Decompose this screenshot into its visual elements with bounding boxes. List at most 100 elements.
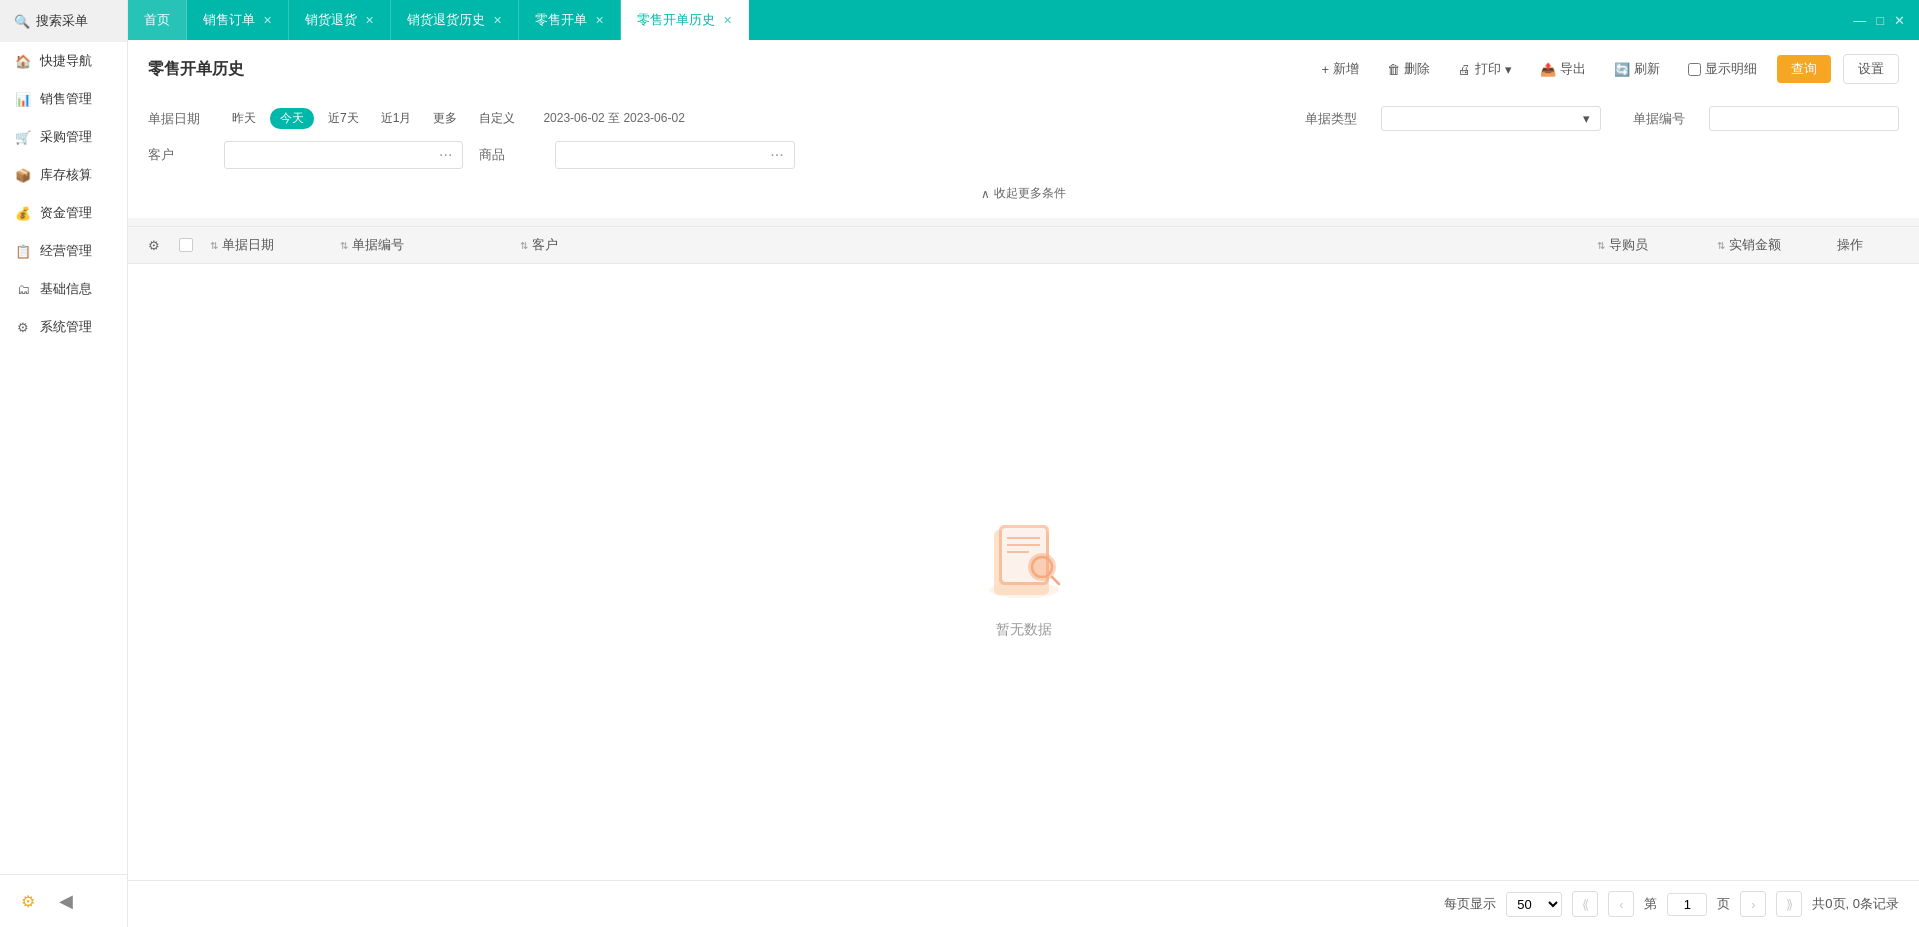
window-minimize[interactable]: — [1853, 13, 1866, 28]
goods-label: 商品 [479, 146, 539, 164]
date-opt-7days[interactable]: 近7天 [320, 108, 367, 129]
table-header: ⚙ ⇅ 单据日期 ⇅ 单据编号 ⇅ 客户 ⇅ 导购员 [128, 226, 1919, 264]
next-page-btn[interactable]: › [1740, 891, 1766, 917]
display-detail-checkbox[interactable] [1688, 63, 1701, 76]
goods-ellipsis[interactable]: ··· [770, 146, 783, 164]
delete-button[interactable]: 🗑 删除 [1379, 56, 1438, 82]
tab-sales-order[interactable]: 销售订单 ✕ [187, 0, 289, 40]
date-opt-custom[interactable]: 自定义 [471, 108, 523, 129]
money-icon: 💰 [14, 204, 32, 222]
chart-icon: 📊 [14, 90, 32, 108]
doc-type-label: 单据类型 [1305, 110, 1365, 128]
doc-type-dropdown-icon: ▾ [1583, 111, 1590, 126]
date-opt-more[interactable]: 更多 [425, 108, 465, 129]
delete-label: 删除 [1404, 60, 1430, 78]
window-close[interactable]: ✕ [1894, 13, 1905, 28]
th-guide-label: 导购员 [1609, 236, 1648, 254]
add-button[interactable]: + 新增 [1313, 56, 1367, 82]
sidebar-item-base-info[interactable]: 🗂 基础信息 [0, 270, 127, 308]
last-page-btn[interactable]: ⟫ [1776, 891, 1802, 917]
tab-retail-history-close[interactable]: ✕ [723, 14, 732, 27]
collapse-label: 收起更多条件 [994, 185, 1066, 202]
page-label: 第 [1644, 895, 1657, 913]
collapse-row[interactable]: ∧ 收起更多条件 [148, 179, 1899, 208]
customer-ellipsis[interactable]: ··· [439, 146, 452, 164]
collapse-chevron-icon: ∧ [981, 187, 990, 201]
sidebar: 🔍 搜索采单 🏠 快捷导航 📊 销售管理 🛒 采购管理 📦 库存核算 💰 资金管… [0, 0, 128, 927]
sort-icon: ⇅ [340, 240, 348, 251]
sidebar-item-sales-mgmt[interactable]: 📊 销售管理 [0, 80, 127, 118]
tab-home[interactable]: 首页 [128, 0, 187, 40]
tab-retail-open-close[interactable]: ✕ [595, 14, 604, 27]
print-button[interactable]: 🖨 打印 ▾ [1450, 56, 1520, 82]
date-options: 昨天 今天 近7天 近1月 更多 自定义 [224, 108, 523, 129]
doc-number-input[interactable] [1709, 106, 1899, 131]
main-area: 首页 销售订单 ✕ 销货退货 ✕ 销货退货历史 ✕ 零售开单 ✕ 零售开单历史 … [128, 0, 1919, 927]
tab-sales-return-close[interactable]: ✕ [365, 14, 374, 27]
prev-page-btn[interactable]: ‹ [1608, 891, 1634, 917]
tab-sales-order-close[interactable]: ✕ [263, 14, 272, 27]
table-select-all[interactable] [170, 238, 202, 252]
sidebar-item-inventory[interactable]: 📦 库存核算 [0, 156, 127, 194]
refresh-button[interactable]: 🔄 刷新 [1606, 56, 1668, 82]
collapse-sidebar-btn[interactable]: ◀ [52, 887, 80, 915]
page-size-label: 每页显示 [1444, 895, 1496, 913]
first-page-btn[interactable]: ⟪ [1572, 891, 1598, 917]
th-amount-label: 实销金额 [1729, 236, 1781, 254]
date-opt-yesterday[interactable]: 昨天 [224, 108, 264, 129]
sort-icon: ⇅ [520, 240, 528, 251]
th-number-label: 单据编号 [352, 236, 404, 254]
sort-icon: ⇅ [1597, 240, 1605, 251]
folder-icon: 🗂 [14, 280, 32, 298]
query-label: 查询 [1791, 60, 1817, 78]
settings-bottom-btn[interactable]: ⚙ [14, 887, 42, 915]
th-number[interactable]: ⇅ 单据编号 [332, 236, 512, 254]
select-all-checkbox[interactable] [179, 238, 193, 252]
customer-input[interactable] [235, 148, 435, 163]
display-detail-toggle[interactable]: 显示明细 [1680, 56, 1765, 82]
print-dropdown-icon: ▾ [1505, 62, 1512, 77]
page-number-input[interactable] [1667, 893, 1707, 916]
tab-retail-history-label: 零售开单历史 [637, 11, 715, 29]
page-size-select[interactable]: 50 10 20 100 [1506, 892, 1562, 917]
doc-type-select[interactable]: ▾ [1381, 106, 1601, 131]
sidebar-item-finance[interactable]: 💰 资金管理 [0, 194, 127, 232]
date-opt-today[interactable]: 今天 [270, 108, 314, 129]
tab-sales-return-history[interactable]: 销货退货历史 ✕ [391, 0, 519, 40]
tab-sales-return-history-close[interactable]: ✕ [493, 14, 502, 27]
sort-icon: ⇅ [210, 240, 218, 251]
tab-retail-history[interactable]: 零售开单历史 ✕ [621, 0, 749, 40]
date-opt-1month[interactable]: 近1月 [373, 108, 420, 129]
window-maximize[interactable]: □ [1876, 13, 1884, 28]
sidebar-search[interactable]: 🔍 搜索采单 [0, 0, 127, 42]
tab-sales-return[interactable]: 销货退货 ✕ [289, 0, 391, 40]
tab-sales-order-label: 销售订单 [203, 11, 255, 29]
th-amount[interactable]: ⇅ 实销金额 [1709, 236, 1829, 254]
date-range-display: 2023-06-02 至 2023-06-02 [543, 110, 684, 127]
display-detail-label: 显示明细 [1705, 60, 1757, 78]
sidebar-item-purchase-mgmt[interactable]: 🛒 采购管理 [0, 118, 127, 156]
content-area: 零售开单历史 + 新增 🗑 删除 🖨 打印 ▾ [128, 40, 1919, 927]
table-settings-btn[interactable]: ⚙ [138, 238, 170, 253]
query-button[interactable]: 查询 [1777, 55, 1831, 83]
filter-row-2: 客户 ··· 商品 ··· [148, 141, 1899, 169]
sidebar-item-quick-nav[interactable]: 🏠 快捷导航 [0, 42, 127, 80]
pagination: 每页显示 50 10 20 100 ⟪ ‹ 第 页 › ⟫ 共0页, 0条记录 [128, 880, 1919, 927]
tab-retail-open[interactable]: 零售开单 ✕ [519, 0, 621, 40]
th-date[interactable]: ⇅ 单据日期 [202, 236, 332, 254]
th-customer[interactable]: ⇅ 客户 [512, 236, 1589, 254]
goods-input[interactable] [566, 148, 766, 163]
sidebar-item-sys-mgmt[interactable]: ⚙ 系统管理 [0, 308, 127, 346]
sidebar-item-ops[interactable]: 📋 经营管理 [0, 232, 127, 270]
th-op-label: 操作 [1837, 236, 1863, 254]
settings-button[interactable]: 设置 [1843, 54, 1899, 84]
sidebar-item-label: 快捷导航 [40, 52, 92, 70]
export-button[interactable]: 📤 导出 [1532, 56, 1594, 82]
add-icon: + [1321, 62, 1329, 77]
th-guide[interactable]: ⇅ 导购员 [1589, 236, 1709, 254]
tab-sales-return-history-label: 销货退货历史 [407, 11, 485, 29]
sidebar-item-label: 资金管理 [40, 204, 92, 222]
sidebar-item-label: 经营管理 [40, 242, 92, 260]
refresh-icon: 🔄 [1614, 62, 1630, 77]
filter-row-1: 单据日期 昨天 今天 近7天 近1月 更多 自定义 2023-06-02 至 2… [148, 106, 1899, 131]
